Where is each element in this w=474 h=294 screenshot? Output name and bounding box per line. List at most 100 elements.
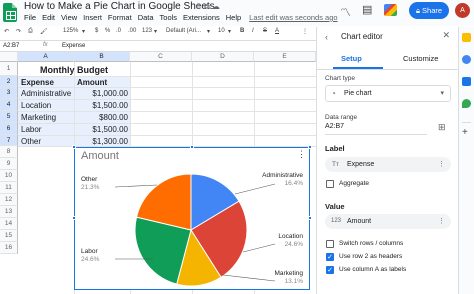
amount-cell[interactable]: $1,500.00 bbox=[74, 124, 128, 135]
menu-view[interactable]: View bbox=[61, 13, 77, 22]
row-header[interactable]: 11 bbox=[0, 182, 18, 194]
row-header[interactable]: 5 bbox=[0, 111, 18, 123]
row-header[interactable]: 9 bbox=[0, 158, 18, 170]
resize-handle[interactable] bbox=[72, 216, 76, 220]
menu-help[interactable]: Help bbox=[226, 13, 241, 22]
row-header[interactable]: 12 bbox=[0, 194, 18, 206]
cloud-icon[interactable]: ☁ bbox=[212, 2, 222, 11]
expense-cell[interactable]: Administrative bbox=[21, 88, 71, 99]
row-header[interactable]: 13 bbox=[0, 206, 18, 218]
expense-cell[interactable]: Marketing bbox=[21, 112, 56, 123]
print-icon[interactable]: ⎙ bbox=[28, 28, 33, 35]
column-header-a[interactable]: A bbox=[18, 52, 74, 62]
aggregate-checkbox[interactable] bbox=[326, 180, 334, 188]
row-header[interactable]: 2 bbox=[0, 76, 18, 87]
font-size-select[interactable]: 10 bbox=[218, 28, 225, 34]
column-header-b[interactable]: B bbox=[74, 52, 130, 62]
row-header[interactable]: 8 bbox=[0, 146, 18, 158]
currency-format-button[interactable]: $ bbox=[95, 28, 98, 34]
column-header-c[interactable]: C bbox=[130, 52, 192, 62]
tab-customize[interactable]: Customize bbox=[403, 54, 438, 63]
row-header[interactable]: 4 bbox=[0, 99, 18, 111]
menu-file[interactable]: File bbox=[24, 13, 36, 22]
font-select[interactable]: Default (Ari... bbox=[166, 28, 201, 34]
amount-cell[interactable]: $1,000.00 bbox=[74, 88, 128, 99]
name-box[interactable]: A2:B7 bbox=[3, 43, 19, 49]
more-icon[interactable]: ⋮ bbox=[438, 214, 445, 229]
more-icon[interactable]: ⋮ bbox=[438, 157, 445, 172]
strikethrough-icon[interactable]: S bbox=[263, 28, 267, 34]
chevron-down-icon[interactable]: ▾ bbox=[154, 28, 157, 35]
zoom-select[interactable]: 125% bbox=[63, 28, 78, 34]
resize-handle[interactable] bbox=[72, 145, 76, 149]
header-expense-cell[interactable]: Expense bbox=[21, 77, 54, 88]
increase-decimal-button[interactable]: .00 bbox=[128, 28, 136, 34]
chevron-down-icon[interactable]: ▾ bbox=[82, 28, 85, 35]
resize-handle[interactable] bbox=[190, 145, 194, 149]
corner-cell[interactable] bbox=[0, 52, 18, 62]
close-icon[interactable]: ✕ bbox=[442, 30, 450, 41]
expense-cell[interactable]: Location bbox=[21, 100, 51, 111]
expense-cell[interactable]: Labor bbox=[21, 124, 41, 135]
last-edit-link[interactable]: Last edit was seconds ago bbox=[249, 13, 337, 22]
text-color-icon[interactable]: A bbox=[275, 28, 279, 34]
chevron-down-icon[interactable]: ▾ bbox=[228, 28, 231, 35]
more-formats-button[interactable]: 123 bbox=[142, 28, 152, 34]
column-header-e[interactable]: E bbox=[254, 52, 316, 62]
more-icon[interactable]: ⋮ bbox=[302, 28, 308, 35]
row-header[interactable]: 7 bbox=[0, 135, 18, 146]
expense-cell[interactable]: Other bbox=[21, 136, 41, 147]
data-range-input[interactable]: A2:B7 bbox=[325, 123, 427, 135]
keep-icon[interactable] bbox=[462, 33, 471, 42]
share-button[interactable]: 🔒︎ Share bbox=[409, 2, 449, 19]
avatar[interactable]: A bbox=[455, 3, 470, 18]
amount-cell[interactable]: $1,300.00 bbox=[74, 136, 128, 147]
add-icon[interactable]: + bbox=[462, 127, 468, 138]
back-icon[interactable]: ‹ bbox=[325, 32, 328, 42]
switch-rows-columns-checkbox[interactable] bbox=[326, 240, 334, 248]
sheet-title-cell[interactable]: Monthly Budget bbox=[18, 65, 130, 75]
row-header[interactable]: 6 bbox=[0, 123, 18, 135]
undo-icon[interactable]: ↶ bbox=[4, 28, 9, 35]
row-header[interactable]: 10 bbox=[0, 170, 18, 182]
chevron-down-icon[interactable]: ▾ bbox=[207, 28, 210, 35]
row-header[interactable]: 1 bbox=[0, 62, 18, 76]
comment-icon[interactable]: ▤ bbox=[362, 3, 372, 16]
menu-insert[interactable]: Insert bbox=[83, 13, 102, 22]
label-field[interactable]: Tт Expense ⋮ bbox=[325, 157, 451, 172]
activity-icon[interactable]: 〽 bbox=[340, 4, 351, 20]
row-header[interactable]: 15 bbox=[0, 230, 18, 242]
use-row-headers-checkbox[interactable]: ✓ bbox=[326, 253, 334, 261]
star-icon[interactable]: ☆ bbox=[195, 2, 204, 11]
menu-format[interactable]: Format bbox=[108, 13, 132, 22]
use-column-labels-checkbox[interactable]: ✓ bbox=[326, 266, 334, 274]
header-amount-cell[interactable]: Amount bbox=[77, 77, 107, 88]
row-header[interactable]: 14 bbox=[0, 218, 18, 230]
menu-edit[interactable]: Edit bbox=[42, 13, 55, 22]
amount-cell[interactable]: $800.00 bbox=[74, 112, 128, 123]
sheets-logo-icon[interactable] bbox=[3, 3, 17, 22]
italic-icon[interactable]: I bbox=[252, 28, 254, 34]
row-header[interactable]: 3 bbox=[0, 87, 18, 99]
tab-setup[interactable]: Setup bbox=[341, 54, 362, 63]
chart-type-select[interactable]: ◔ Pie chart ▾ bbox=[325, 85, 451, 102]
column-header-d[interactable]: D bbox=[192, 52, 254, 62]
menu-extensions[interactable]: Extensions bbox=[183, 13, 220, 22]
redo-icon[interactable]: ↷ bbox=[16, 28, 21, 35]
move-icon[interactable]: ⧉ bbox=[204, 2, 212, 11]
paint-format-icon[interactable]: 🖌︎ bbox=[40, 28, 48, 35]
meet-icon[interactable] bbox=[384, 4, 397, 16]
tasks-icon[interactable] bbox=[462, 55, 471, 64]
resize-handle[interactable] bbox=[308, 145, 312, 149]
document-title[interactable]: How to Make a Pie Chart in Google Sheets bbox=[24, 1, 215, 12]
value-field[interactable]: 123 Amount ⋮ bbox=[325, 214, 451, 229]
row-header[interactable]: 16 bbox=[0, 242, 18, 254]
bold-icon[interactable]: B bbox=[240, 28, 244, 34]
percent-format-button[interactable]: % bbox=[105, 28, 110, 34]
menu-tools[interactable]: Tools bbox=[160, 13, 178, 22]
pie-chart[interactable]: Amount ⋮ Other 21.3% Labor 24.6% Adminis… bbox=[72, 145, 312, 290]
contacts-icon[interactable] bbox=[462, 77, 471, 86]
formula-input[interactable]: Expense bbox=[62, 43, 85, 49]
resize-handle[interactable] bbox=[308, 216, 312, 220]
menu-data[interactable]: Data bbox=[138, 13, 154, 22]
